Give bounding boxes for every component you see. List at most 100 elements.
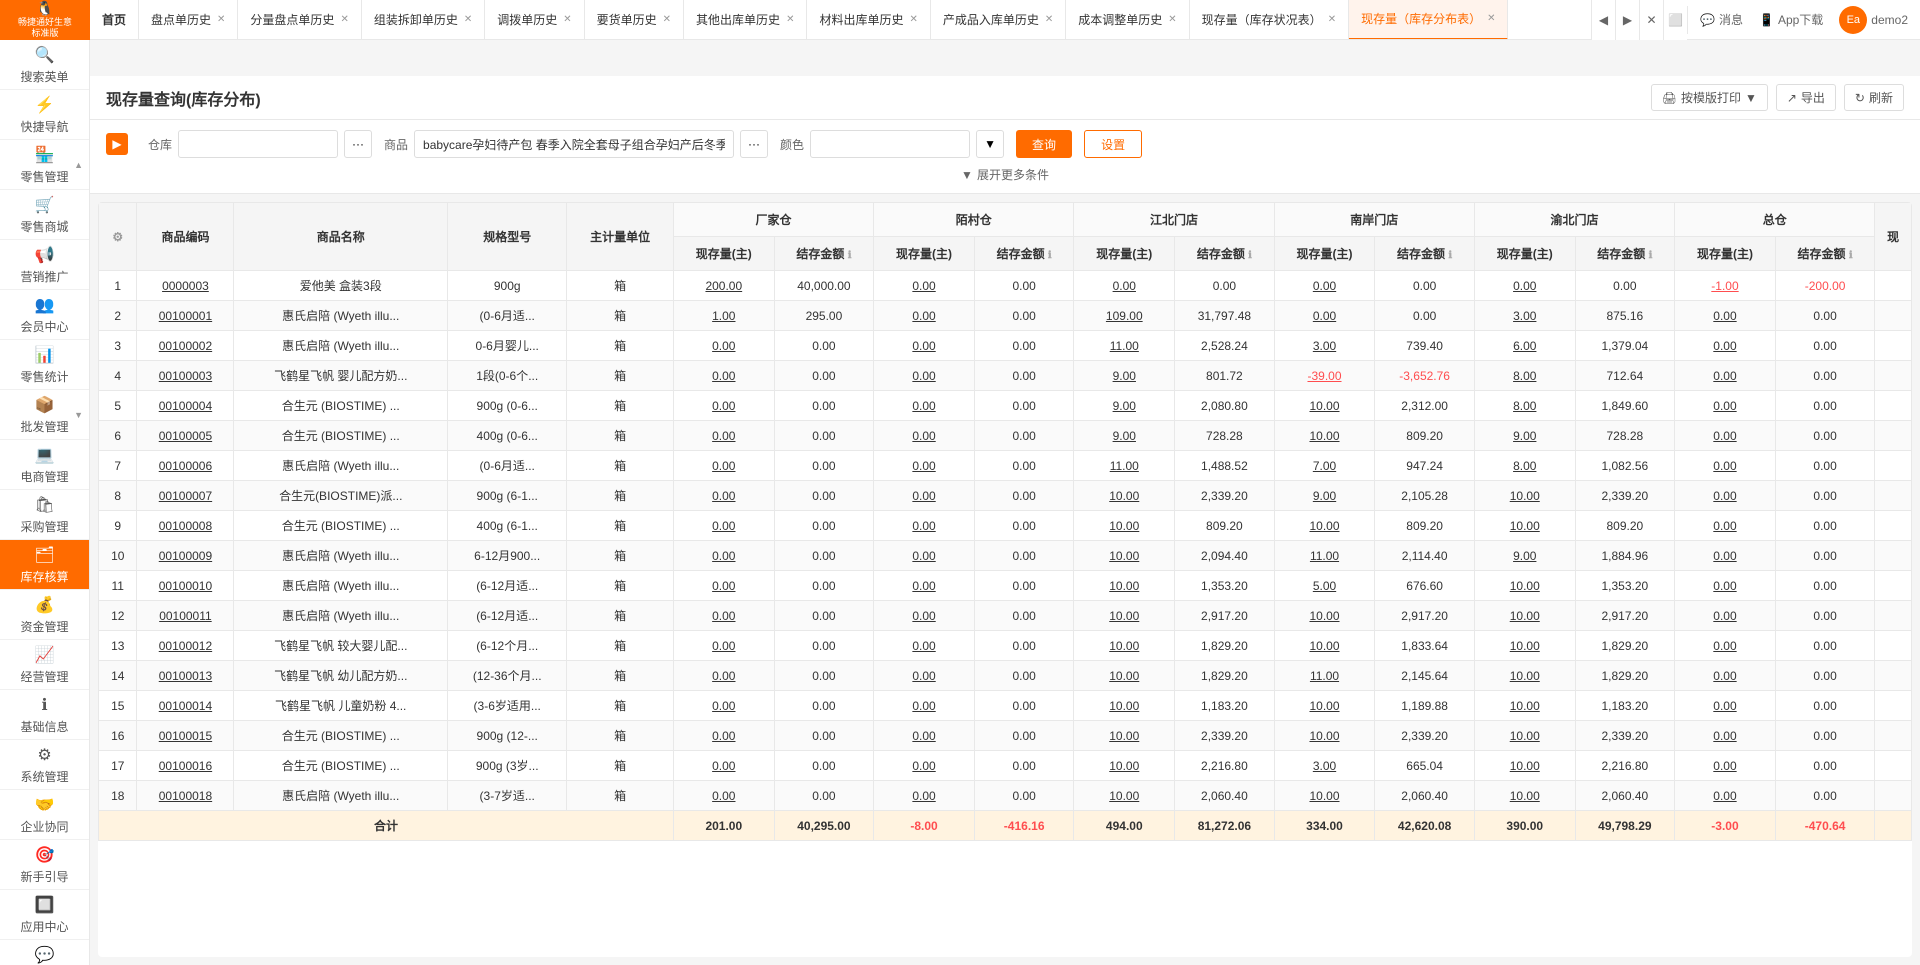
inventory-table: ⚙ 商品编码 商品名称 规格型号 主计量单位 厂家仓 陌村仓 江北门店 南岸门店… — [98, 202, 1912, 841]
sidebar-item-retail[interactable]: 🏪 零售管理 ▲ — [0, 140, 89, 190]
table-row: 200100001惠氏启陪 (Wyeth illu...(0-6月适...箱1.… — [99, 301, 1912, 331]
sidebar-item-wechat[interactable]: 💬 企业微信 — [0, 940, 89, 965]
tab-2[interactable]: 分量盘点单历史 ✕ — [238, 0, 361, 39]
sidebar-label-base: 基础信息 — [20, 718, 68, 735]
th-settings[interactable]: ⚙ — [99, 203, 137, 271]
goods-input[interactable] — [414, 130, 734, 158]
table-row: 600100005合生元 (BIOSTIME) ...400g (0-6...箱… — [99, 421, 1912, 451]
sidebar-item-shop[interactable]: 🛒 零售商城 — [0, 190, 89, 240]
tab-6[interactable]: 其他出库单历史 ✕ — [684, 0, 807, 39]
sidebar-label-guide: 新手引导 — [20, 868, 68, 885]
total-info-icon[interactable]: ℹ — [1849, 250, 1853, 261]
tab-9[interactable]: 成本调整单历史 ✕ — [1066, 0, 1189, 39]
tab-4[interactable]: 调拨单历史 ✕ — [485, 0, 584, 39]
tab-next-btn[interactable]: ▶ — [1615, 0, 1639, 40]
c3-info-icon[interactable]: ℹ — [1248, 250, 1252, 261]
sidebar-item-appstore[interactable]: 🔲 应用中心 — [0, 890, 89, 940]
th-name: 商品名称 — [234, 203, 448, 271]
message-btn[interactable]: 💬 消息 — [1700, 11, 1743, 28]
sidebar-item-retail-stat[interactable]: 📊 零售统计 — [0, 340, 89, 390]
th-total-amt: 结存金额 ℹ — [1775, 237, 1875, 271]
color-input[interactable] — [810, 130, 970, 158]
color-dropdown-btn[interactable]: ▼ — [976, 130, 1004, 158]
sidebar-item-inventory[interactable]: 🗂 库存核算 — [0, 540, 89, 590]
sidebar-item-collab[interactable]: 🤝 企业协同 — [0, 790, 89, 840]
tab-8[interactable]: 产成品入库单历史 ✕ — [931, 0, 1066, 39]
setting-btn[interactable]: 设置 — [1084, 130, 1142, 158]
sidebar-label-finance: 资金管理 — [20, 618, 68, 635]
tab-home[interactable]: 首页 — [90, 0, 139, 39]
message-icon: 💬 — [1700, 13, 1715, 27]
search-btn[interactable]: 查询 — [1016, 130, 1072, 158]
table-row: 1400100013飞鹤星飞帆 幼儿配方奶...(12-36个月...箱0.00… — [99, 661, 1912, 691]
sidebar-item-marketing[interactable]: 📢 营销推广 — [0, 240, 89, 290]
message-label: 消息 — [1719, 11, 1743, 28]
sidebar-label-retail: 零售管理 — [20, 168, 68, 185]
appstore-icon: 🔲 — [35, 895, 55, 915]
total-label: 合计 — [99, 811, 674, 841]
export-icon: ↗ — [1787, 91, 1797, 105]
tab-1[interactable]: 盘点单历史 ✕ — [139, 0, 238, 39]
sidebar-item-ops[interactable]: 📈 经营管理 — [0, 640, 89, 690]
inventory-icon: 🗂 — [34, 545, 54, 565]
sidebar-item-wholesale[interactable]: 📦 批发管理 ▼ — [0, 390, 89, 440]
c1-info-icon[interactable]: ℹ — [848, 250, 852, 261]
tab-11[interactable]: 现存量（库存分布表） ✕ — [1349, 0, 1508, 39]
refresh-icon: ↻ — [1855, 91, 1865, 105]
th-spec: 规格型号 — [448, 203, 567, 271]
print-btn[interactable]: 🖨 按模版打印 ▼ — [1651, 84, 1768, 111]
user-menu-btn[interactable]: Ea demo2 — [1839, 6, 1908, 34]
goods-dots-btn[interactable]: ··· — [740, 130, 768, 158]
export-btn[interactable]: ↗ 导出 — [1776, 84, 1836, 111]
tab-3[interactable]: 组装拆卸单历史 ✕ — [362, 0, 485, 39]
app-download-btn[interactable]: 📱 App下载 — [1759, 11, 1823, 28]
sidebar-item-ecom[interactable]: 💻 电商管理 — [0, 440, 89, 490]
sidebar-item-system[interactable]: ⚙ 系统管理 — [0, 740, 89, 790]
logo-line1: 畅捷通好生意 — [18, 17, 72, 28]
table-row: 300100002惠氏启陪 (Wyeth illu...0-6月婴儿...箱0.… — [99, 331, 1912, 361]
goods-label: 商品 — [384, 136, 408, 153]
tab-close-btn[interactable]: ✕ — [1639, 0, 1663, 40]
warehouse-dots-btn[interactable]: ··· — [344, 130, 372, 158]
c4-info-icon[interactable]: ℹ — [1448, 250, 1452, 261]
sidebar-item-finance[interactable]: 💰 资金管理 — [0, 590, 89, 640]
tab-5[interactable]: 要货单历史 ✕ — [585, 0, 684, 39]
table-row: 1300100012飞鹤星飞帆 较大婴儿配...(6-12个月...箱0.000… — [99, 631, 1912, 661]
tab-expand-btn[interactable]: ⬜ — [1663, 0, 1687, 40]
table-container[interactable]: ⚙ 商品编码 商品名称 规格型号 主计量单位 厂家仓 陌村仓 江北门店 南岸门店… — [98, 202, 1912, 957]
tab-10[interactable]: 现存量（库存状况表） ✕ — [1190, 0, 1349, 39]
table-row: 500100004合生元 (BIOSTIME) ...900g (0-6...箱… — [99, 391, 1912, 421]
expand-icon: ▼ — [961, 168, 973, 182]
c2-info-icon[interactable]: ℹ — [1048, 250, 1052, 261]
sidebar-item-guide[interactable]: 🎯 新手引导 — [0, 840, 89, 890]
th-group-total: 总仓 — [1675, 203, 1875, 237]
nav-icon: ⚡ — [35, 95, 55, 115]
collapse-btn[interactable]: ▶ — [106, 133, 128, 155]
th-group-c2: 陌村仓 — [874, 203, 1074, 237]
warehouse-input[interactable] — [178, 130, 338, 158]
expand-row[interactable]: ▼ 展开更多条件 — [106, 166, 1904, 183]
sidebar-item-base[interactable]: ℹ 基础信息 — [0, 690, 89, 740]
logo: 🐧 畅捷通好生意 标准版 — [0, 0, 90, 40]
th-total-qty: 现存量(主) — [1675, 237, 1776, 271]
page-header: 现存量查询(库存分布) 🖨 按模版打印 ▼ ↗ 导出 ↻ 刷新 — [90, 76, 1920, 120]
marketing-icon: 📢 — [35, 245, 55, 265]
c5-info-icon[interactable]: ℹ — [1649, 250, 1653, 261]
refresh-btn[interactable]: ↻ 刷新 — [1844, 84, 1904, 111]
tab-7[interactable]: 材料出库单历史 ✕ — [807, 0, 930, 39]
sidebar-label-collab: 企业协同 — [20, 818, 68, 835]
sidebar-item-nav[interactable]: ⚡ 快捷导航 — [0, 90, 89, 140]
tab-prev-btn[interactable]: ◀ — [1591, 0, 1615, 40]
table-row: 400100003飞鹤星飞帆 婴儿配方奶...1段(0-6个...箱0.000.… — [99, 361, 1912, 391]
retail-icon: 🏪 — [35, 145, 55, 165]
warehouse-label: 仓库 — [148, 136, 172, 153]
sidebar-item-purchase[interactable]: 🛍 采购管理 — [0, 490, 89, 540]
sidebar-label-appstore: 应用中心 — [20, 918, 68, 935]
username-label: demo2 — [1871, 13, 1908, 27]
base-icon: ℹ — [41, 695, 47, 715]
print-label: 按模版打印 — [1681, 89, 1741, 106]
color-label: 颜色 — [780, 136, 804, 153]
sidebar-item-member[interactable]: 👥 会员中心 — [0, 290, 89, 340]
th-c3-amt: 结存金额 ℹ — [1175, 237, 1275, 271]
sidebar-item-search[interactable]: 🔍 搜索英单 — [0, 40, 89, 90]
